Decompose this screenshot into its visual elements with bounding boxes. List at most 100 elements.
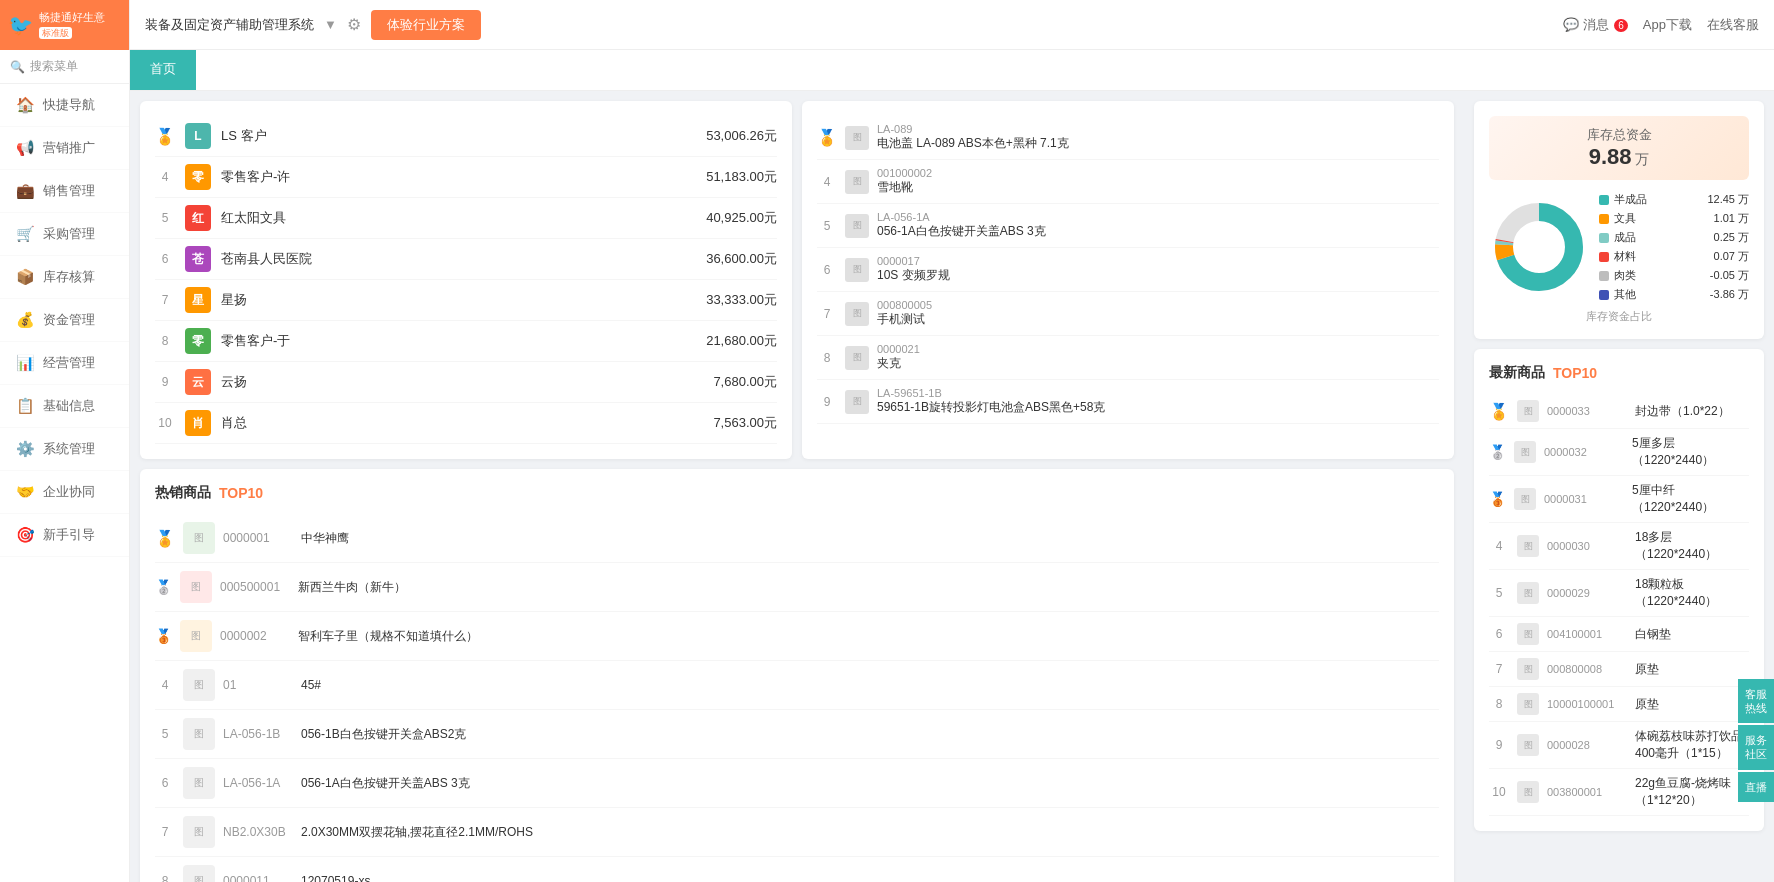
latest-name-3: 5厘中纤（1220*2440） (1632, 482, 1749, 516)
latest-rank-10: 10 (1489, 785, 1509, 799)
customer-amount-2: 51,183.00元 (706, 168, 777, 186)
message-badge: 6 (1614, 19, 1628, 32)
online-service[interactable]: 在线客服 (1707, 16, 1759, 34)
latest-code-1: 0000033 (1547, 405, 1627, 417)
nav-item-management[interactable]: 📊 经营管理 (0, 342, 129, 385)
product-row-5: 7 图 000800005 手机测试 (817, 292, 1439, 336)
nav-item-home[interactable]: 🏠 快捷导航 (0, 84, 129, 127)
search-menu[interactable]: 🔍 搜索菜单 (0, 50, 129, 84)
avatar-3: 红 (185, 205, 211, 231)
cs-community-btn[interactable]: 服务 社区 (1738, 725, 1774, 770)
latest-row-8: 8 图 10000100001 原垫 (1489, 687, 1749, 722)
latest-rank-5: 5 (1489, 586, 1509, 600)
nav-item-guide[interactable]: 🎯 新手引导 (0, 514, 129, 557)
sales-row-5: 7 星 星扬 33,333.00元 (155, 280, 777, 321)
tab-home[interactable]: 首页 (130, 50, 196, 90)
latest-thumb-10: 图 (1517, 781, 1539, 803)
nav-item-sales[interactable]: 💼 销售管理 (0, 170, 129, 213)
nav-item-system[interactable]: ⚙️ 系统管理 (0, 428, 129, 471)
management-icon: 📊 (15, 354, 35, 372)
product-row-6: 8 图 0000021 夹克 (817, 336, 1439, 380)
latest-code-8: 10000100001 (1547, 698, 1627, 710)
hot-code-4: 01 (223, 678, 293, 692)
latest-name-9: 体碗荔枝味苏打饮品400毫升（1*15） (1635, 728, 1749, 762)
latest-name-8: 原垫 (1635, 696, 1749, 713)
hot-medal-2: 🥈 (155, 579, 172, 595)
latest-name-5: 18颗粒板（1220*2440） (1635, 576, 1749, 610)
hot-thumb-5: 图 (183, 718, 215, 750)
main-content: 🏅 L LS 客户 53,006.26元 4 零 零售客户-许 51,183.0… (130, 91, 1774, 882)
legend-semi: 半成品 12.45 万 (1599, 190, 1749, 209)
hot-medal-3: 🥉 (155, 628, 172, 644)
hot-thumb-2: 图 (180, 571, 212, 603)
nav-item-purchase[interactable]: 🛒 采购管理 (0, 213, 129, 256)
message-item[interactable]: 💬 消息 6 (1563, 16, 1628, 34)
hot-product-row-6: 6 图 LA-056-1A 056-1A白色按键开关盖ABS 3克 (155, 759, 1439, 808)
latest-row-6: 6 图 004100001 白钢垫 (1489, 617, 1749, 652)
product-row-3: 5 图 LA-056-1A 056-1A白色按键开关盖ABS 3克 (817, 204, 1439, 248)
inventory-amount: 9.88 (1589, 144, 1632, 169)
latest-code-5: 0000029 (1547, 587, 1627, 599)
legend-dot-product (1599, 233, 1609, 243)
hot-product-row-8: 8 图 0000011 12070519-xs (155, 857, 1439, 882)
nav-item-inventory[interactable]: 📦 库存核算 (0, 256, 129, 299)
experience-btn[interactable]: 体验行业方案 (371, 10, 481, 40)
customer-amount-1: 53,006.26元 (706, 127, 777, 145)
message-label: 消息 (1583, 17, 1609, 32)
hot-medal-1: 🏅 (155, 529, 175, 548)
latest-code-6: 004100001 (1547, 628, 1627, 640)
hot-thumb-6: 图 (183, 767, 215, 799)
legend-dot-material (1599, 252, 1609, 262)
latest-row-1: 🏅 图 0000033 封边带（1.0*22） (1489, 394, 1749, 429)
settings-icon[interactable]: ⚙ (347, 15, 361, 34)
svg-point-5 (1514, 222, 1564, 272)
hot-product-row-2: 🥈 图 000500001 新西兰牛肉（新牛） (155, 563, 1439, 612)
customer-name-5: 星扬 (221, 291, 696, 309)
product-row-4: 6 图 0000017 10S 变频罗规 (817, 248, 1439, 292)
nav-label-home: 快捷导航 (43, 96, 95, 114)
latest-row-2: 🥈 图 0000032 5厘多层（1220*2440） (1489, 429, 1749, 476)
product-name-3: 056-1A白色按键开关盖ABS 3克 (877, 223, 1439, 240)
hot-product-row-4: 4 图 01 45# (155, 661, 1439, 710)
latest-code-10: 003800001 (1547, 786, 1627, 798)
nav-item-collab[interactable]: 🤝 企业协同 (0, 471, 129, 514)
legend-product: 成品 0.25 万 (1599, 228, 1749, 247)
latest-thumb-4: 图 (1517, 535, 1539, 557)
latest-code-9: 0000028 (1547, 739, 1627, 751)
inventory-card: 库存总资金 9.88 万 (1474, 101, 1764, 339)
dropdown-arrow-icon[interactable]: ▼ (324, 17, 337, 32)
hot-thumb-4: 图 (183, 669, 215, 701)
nav-item-marketing[interactable]: 📢 营销推广 (0, 127, 129, 170)
product-name-4: 10S 变频罗规 (877, 267, 1439, 284)
inventory-unit: 万 (1635, 151, 1649, 167)
latest-row-5: 5 图 0000029 18颗粒板（1220*2440） (1489, 570, 1749, 617)
nav-item-finance[interactable]: 💰 资金管理 (0, 299, 129, 342)
nav-label-inventory: 库存核算 (43, 268, 95, 286)
nav-item-basic[interactable]: 📋 基础信息 (0, 385, 129, 428)
latest-thumb-2: 图 (1514, 441, 1536, 463)
latest-code-3: 0000031 (1544, 493, 1624, 505)
nav-label-management: 经营管理 (43, 354, 95, 372)
hot-code-7: NB2.0X30B (223, 825, 293, 839)
latest-name-7: 原垫 (1635, 661, 1749, 678)
hot-product-row-5: 5 图 LA-056-1B 056-1B白色按键开关盒ABS2克 (155, 710, 1439, 759)
hot-rank-6: 6 (155, 776, 175, 790)
customer-sales-table: 🏅 L LS 客户 53,006.26元 4 零 零售客户-许 51,183.0… (155, 116, 777, 444)
cs-live-btn[interactable]: 直播 (1738, 772, 1774, 802)
rank-num-7: 9 (155, 375, 175, 389)
inventory-header: 库存总资金 9.88 万 (1489, 116, 1749, 180)
nav-label-sales: 销售管理 (43, 182, 95, 200)
latest-products-title: 最新商品 TOP10 (1489, 364, 1749, 382)
legend-material: 材料 0.07 万 (1599, 247, 1749, 266)
cs-hotline-btn[interactable]: 客服 热线 (1738, 679, 1774, 724)
app-download[interactable]: App下载 (1643, 16, 1692, 34)
latest-thumb-5: 图 (1517, 582, 1539, 604)
latest-top10: TOP10 (1553, 365, 1597, 381)
hot-thumb-1: 图 (183, 522, 215, 554)
latest-medal-3: 🥉 (1489, 491, 1506, 507)
legend-dot-semi (1599, 195, 1609, 205)
legend-stationery: 文具 1.01 万 (1599, 209, 1749, 228)
nav-label-finance: 资金管理 (43, 311, 95, 329)
sales-row-6: 8 零 零售客户-于 21,680.00元 (155, 321, 777, 362)
avatar-8: 肖 (185, 410, 211, 436)
